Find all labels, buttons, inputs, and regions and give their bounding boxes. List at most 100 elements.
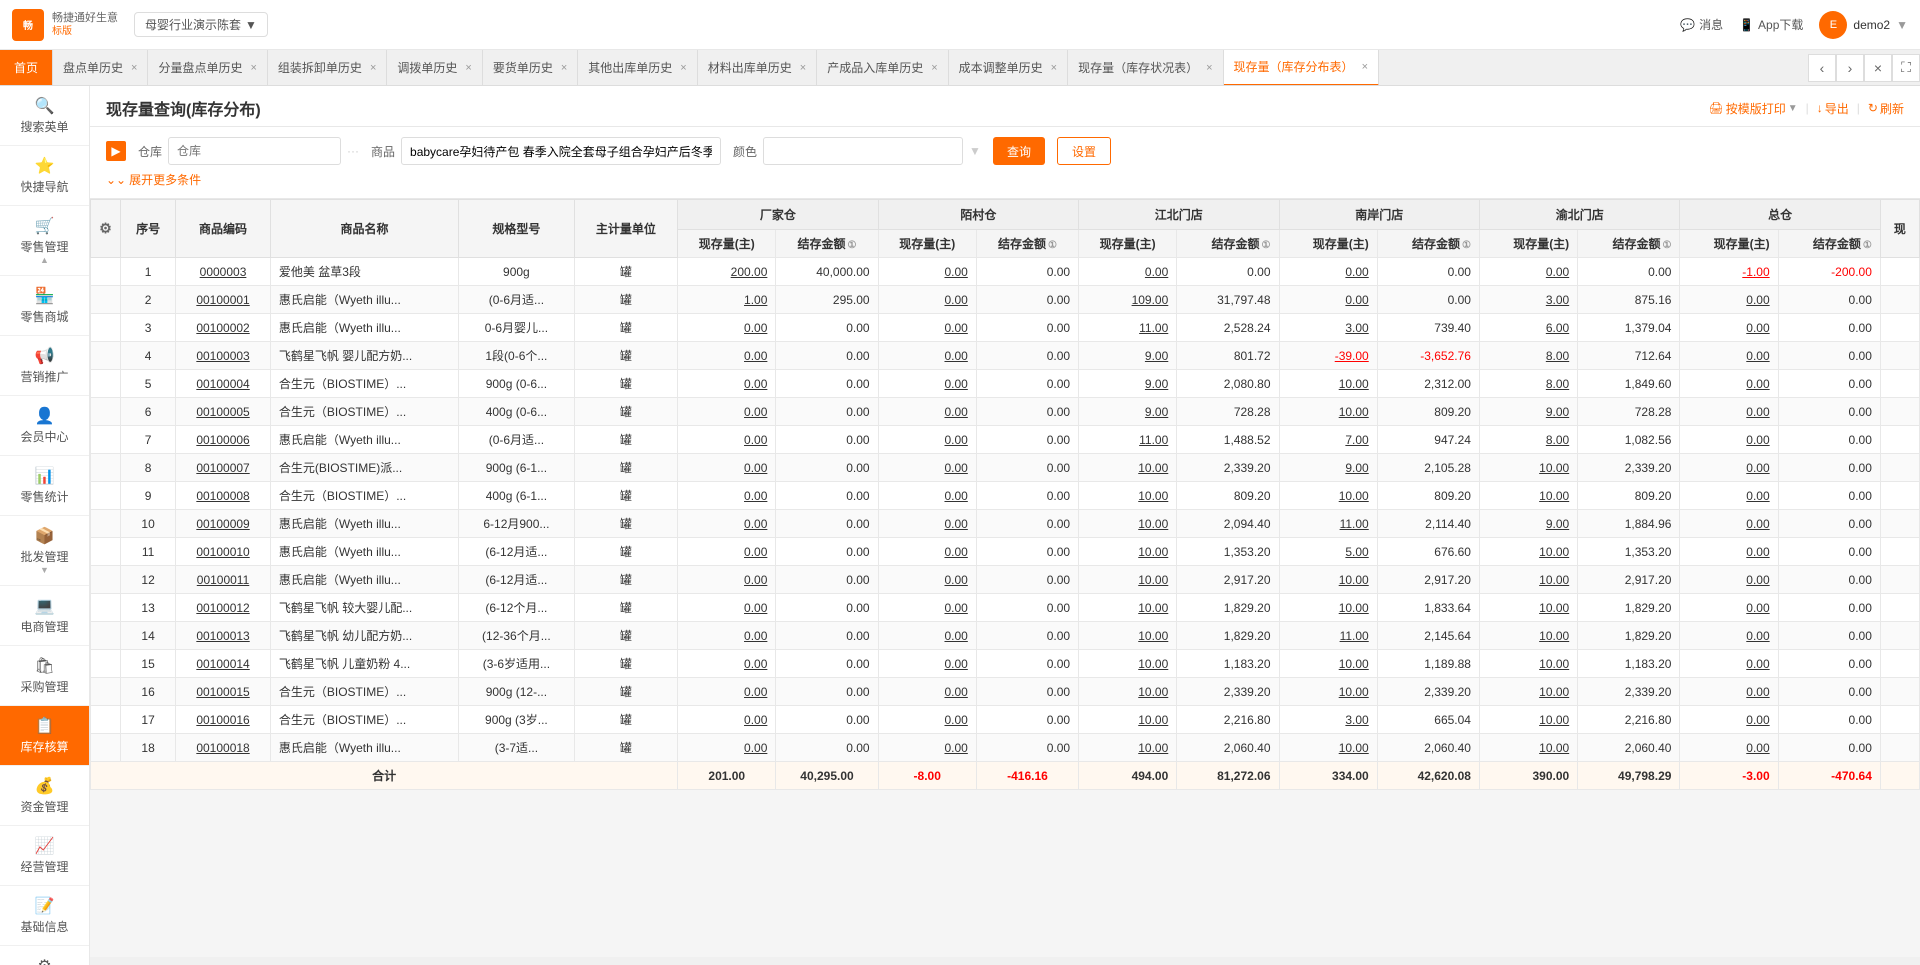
tab-8[interactable]: 产成品入库单历史 × xyxy=(817,50,948,86)
cell-zong-qty[interactable]: -1.00 xyxy=(1680,258,1778,286)
cell-yubei-qty[interactable]: 10.00 xyxy=(1479,566,1577,594)
cell-yubei-qty[interactable]: 0.00 xyxy=(1479,258,1577,286)
cell-yubei-qty[interactable]: 9.00 xyxy=(1479,510,1577,538)
close-icon[interactable]: × xyxy=(931,62,937,74)
col-settings[interactable]: ⚙ xyxy=(91,200,121,258)
cell-chanjia-qty[interactable]: 0.00 xyxy=(678,510,776,538)
cell-jiangbei-qty[interactable]: 10.00 xyxy=(1079,482,1177,510)
cell-mocun-qty[interactable]: 0.00 xyxy=(878,258,976,286)
cell-nanan-qty[interactable]: -39.00 xyxy=(1279,342,1377,370)
cell-nanan-qty[interactable]: 3.00 xyxy=(1279,706,1377,734)
tab-11[interactable]: 现存量（库存分布表） × xyxy=(1224,50,1379,86)
close-icon[interactable]: × xyxy=(1206,62,1212,74)
cell-nanan-qty[interactable]: 5.00 xyxy=(1279,538,1377,566)
cell-mocun-qty[interactable]: 0.00 xyxy=(878,482,976,510)
cell-chanjia-qty[interactable]: 0.00 xyxy=(678,538,776,566)
ellipsis-btn[interactable]: ··· xyxy=(347,144,359,158)
sidebar-item-search[interactable]: 🔍 搜索英单 xyxy=(0,86,89,146)
cell-zong-qty[interactable]: 0.00 xyxy=(1680,510,1778,538)
cell-mocun-qty[interactable]: 0.00 xyxy=(878,314,976,342)
cell-jiangbei-qty[interactable]: 10.00 xyxy=(1079,678,1177,706)
cell-nanan-qty[interactable]: 10.00 xyxy=(1279,398,1377,426)
cell-jiangbei-qty[interactable]: 10.00 xyxy=(1079,538,1177,566)
cell-jiangbei-qty[interactable]: 10.00 xyxy=(1079,566,1177,594)
close-icon[interactable]: × xyxy=(561,62,567,74)
tab-prev-btn[interactable]: ‹ xyxy=(1808,54,1836,82)
cell-yubei-qty[interactable]: 10.00 xyxy=(1479,622,1577,650)
cell-nanan-qty[interactable]: 0.00 xyxy=(1279,258,1377,286)
cell-zong-qty[interactable]: 0.00 xyxy=(1680,538,1778,566)
cell-code[interactable]: 00100013 xyxy=(176,622,271,650)
refresh-btn[interactable]: ↻ 刷新 xyxy=(1868,100,1904,117)
cell-jiangbei-qty[interactable]: 10.00 xyxy=(1079,706,1177,734)
cell-code[interactable]: 00100001 xyxy=(176,286,271,314)
sidebar-item-finance[interactable]: 💰 资金管理 xyxy=(0,766,89,826)
cell-nanan-qty[interactable]: 10.00 xyxy=(1279,650,1377,678)
cell-yubei-qty[interactable]: 10.00 xyxy=(1479,482,1577,510)
cell-jiangbei-qty[interactable]: 11.00 xyxy=(1079,314,1177,342)
tab-expand-btn[interactable]: ⛶ xyxy=(1892,54,1920,82)
close-icon[interactable]: × xyxy=(1051,62,1057,74)
sidebar-item-marketing[interactable]: 📢 营销推广 xyxy=(0,336,89,396)
cell-chanjia-qty[interactable]: 200.00 xyxy=(678,258,776,286)
cell-chanjia-qty[interactable]: 0.00 xyxy=(678,566,776,594)
cell-jiangbei-qty[interactable]: 109.00 xyxy=(1079,286,1177,314)
close-icon[interactable]: × xyxy=(465,62,471,74)
cell-mocun-qty[interactable]: 0.00 xyxy=(878,594,976,622)
cell-jiangbei-qty[interactable]: 9.00 xyxy=(1079,370,1177,398)
cell-mocun-qty[interactable]: 0.00 xyxy=(878,398,976,426)
cell-nanan-qty[interactable]: 9.00 xyxy=(1279,454,1377,482)
cell-code[interactable]: 00100016 xyxy=(176,706,271,734)
tab-10[interactable]: 现存量（库存状况表） × xyxy=(1068,50,1223,86)
cell-code[interactable]: 00100011 xyxy=(176,566,271,594)
product-input[interactable] xyxy=(401,137,721,165)
cell-jiangbei-qty[interactable]: 9.00 xyxy=(1079,342,1177,370)
warehouse-input[interactable] xyxy=(168,137,341,165)
sidebar-item-operations[interactable]: 📈 经营管理 xyxy=(0,826,89,886)
cell-zong-qty[interactable]: 0.00 xyxy=(1680,370,1778,398)
cell-yubei-qty[interactable]: 10.00 xyxy=(1479,734,1577,762)
cell-mocun-qty[interactable]: 0.00 xyxy=(878,706,976,734)
sidebar-item-inventory[interactable]: 📋 库存核算 xyxy=(0,706,89,766)
cell-yubei-qty[interactable]: 10.00 xyxy=(1479,706,1577,734)
cell-code[interactable]: 00100010 xyxy=(176,538,271,566)
cell-mocun-qty[interactable]: 0.00 xyxy=(878,370,976,398)
sidebar-item-ecommerce[interactable]: 💻 电商管理 xyxy=(0,586,89,646)
cell-jiangbei-qty[interactable]: 10.00 xyxy=(1079,594,1177,622)
close-icon[interactable]: × xyxy=(131,62,137,74)
close-icon[interactable]: × xyxy=(800,62,806,74)
cell-nanan-qty[interactable]: 10.00 xyxy=(1279,482,1377,510)
cell-nanan-qty[interactable]: 3.00 xyxy=(1279,314,1377,342)
sidebar-item-purchase[interactable]: 🛍 采购管理 xyxy=(0,646,89,706)
cell-code[interactable]: 00100009 xyxy=(176,510,271,538)
cell-zong-qty[interactable]: 0.00 xyxy=(1680,398,1778,426)
cell-yubei-qty[interactable]: 8.00 xyxy=(1479,342,1577,370)
cell-jiangbei-qty[interactable]: 10.00 xyxy=(1079,454,1177,482)
search-btn[interactable]: 查询 xyxy=(993,137,1045,165)
cell-jiangbei-qty[interactable]: 11.00 xyxy=(1079,426,1177,454)
cell-nanan-qty[interactable]: 7.00 xyxy=(1279,426,1377,454)
cell-zong-qty[interactable]: 0.00 xyxy=(1680,342,1778,370)
tab-7[interactable]: 材料出库单历史 × xyxy=(698,50,817,86)
cell-zong-qty[interactable]: 0.00 xyxy=(1680,454,1778,482)
cell-nanan-qty[interactable]: 11.00 xyxy=(1279,622,1377,650)
cell-code[interactable]: 00100008 xyxy=(176,482,271,510)
message-btn[interactable]: 💬 消息 xyxy=(1680,16,1723,33)
cell-yubei-qty[interactable]: 8.00 xyxy=(1479,370,1577,398)
cell-mocun-qty[interactable]: 0.00 xyxy=(878,566,976,594)
cell-jiangbei-qty[interactable]: 10.00 xyxy=(1079,622,1177,650)
cell-code[interactable]: 00100004 xyxy=(176,370,271,398)
cell-yubei-qty[interactable]: 10.00 xyxy=(1479,538,1577,566)
cell-code[interactable]: 00100012 xyxy=(176,594,271,622)
tab-5[interactable]: 要货单历史 × xyxy=(483,50,578,86)
cell-jiangbei-qty[interactable]: 10.00 xyxy=(1079,650,1177,678)
cell-mocun-qty[interactable]: 0.00 xyxy=(878,622,976,650)
info-icon[interactable]: ① xyxy=(1048,240,1057,251)
cell-zong-qty[interactable]: 0.00 xyxy=(1680,482,1778,510)
cell-jiangbei-qty[interactable]: 9.00 xyxy=(1079,398,1177,426)
sidebar-item-wholesale[interactable]: 📦 批发管理 ▼ xyxy=(0,516,89,586)
cell-mocun-qty[interactable]: 0.00 xyxy=(878,734,976,762)
info-icon[interactable]: ① xyxy=(1662,240,1671,251)
cell-zong-qty[interactable]: 0.00 xyxy=(1680,706,1778,734)
sidebar-item-quick[interactable]: ⭐ 快捷导航 xyxy=(0,146,89,206)
